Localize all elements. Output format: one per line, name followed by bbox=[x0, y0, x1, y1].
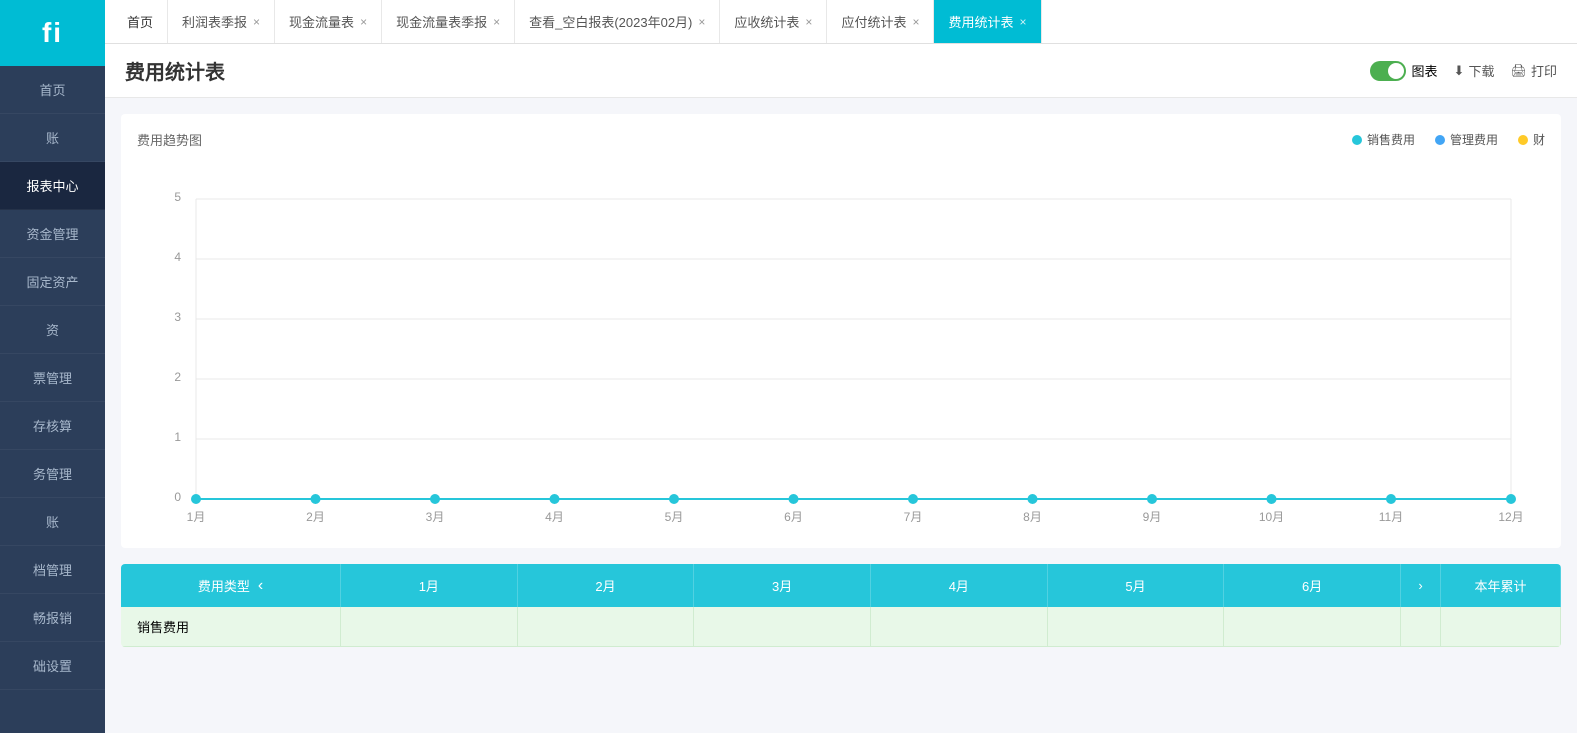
chart-card: 费用趋势图 销售费用 管理费用 财 bbox=[121, 114, 1561, 548]
table-row: 销售费用 bbox=[121, 607, 1561, 647]
trend-chart: 5 4 3 2 1 0 bbox=[137, 159, 1545, 529]
svg-text:3月: 3月 bbox=[426, 510, 445, 524]
svg-text:8月: 8月 bbox=[1023, 510, 1042, 524]
tab-cashflow-q[interactable]: 现金流量表季报 × bbox=[382, 0, 515, 43]
sidebar-logo: fi bbox=[0, 0, 105, 66]
tab-close-payable[interactable]: × bbox=[912, 15, 919, 29]
th-m2: 2月 bbox=[518, 564, 695, 607]
chart-header: 费用趋势图 销售费用 管理费用 财 bbox=[137, 130, 1545, 149]
legend-label-finance: 财 bbox=[1533, 131, 1545, 148]
chart-toggle-label: 图表 bbox=[1412, 61, 1438, 80]
svg-text:10月: 10月 bbox=[1259, 510, 1284, 524]
nav-left-arrow[interactable]: ‹ bbox=[258, 577, 263, 595]
page-header: 费用统计表 图表 ⬇ 下载 🖨 打印 bbox=[105, 44, 1577, 98]
tab-close-expense[interactable]: × bbox=[1019, 15, 1026, 29]
tab-close-receivable[interactable]: × bbox=[805, 15, 812, 29]
th-m1: 1月 bbox=[341, 564, 518, 607]
svg-text:11月: 11月 bbox=[1379, 510, 1403, 524]
th-type-label: 费用类型 bbox=[198, 576, 250, 595]
print-icon: 🖨 bbox=[1510, 63, 1527, 79]
sidebar-item-fund[interactable]: 资金管理 bbox=[0, 210, 105, 258]
chart-legend: 销售费用 管理费用 财 bbox=[1352, 131, 1545, 148]
data-table: 费用类型 ‹ 1月 2月 3月 4月 5月 6月 › 本年累计 销售费用 bbox=[121, 564, 1561, 647]
svg-text:3: 3 bbox=[174, 310, 181, 324]
content-area: 费用趋势图 销售费用 管理费用 财 bbox=[105, 98, 1577, 733]
sidebar-item-assets[interactable]: 固定资产 bbox=[0, 258, 105, 306]
th-m5: 5月 bbox=[1048, 564, 1225, 607]
sidebar: fi 首页 账 报表中心 资金管理 固定资产 资 票管理 存核算 务管理 账 档… bbox=[0, 0, 105, 733]
sidebar-item-report[interactable]: 报表中心 bbox=[0, 162, 105, 210]
sidebar-item-home[interactable]: 首页 bbox=[0, 66, 105, 114]
td-type: 销售费用 bbox=[121, 607, 341, 646]
td-m6 bbox=[1224, 607, 1401, 646]
legend-admin: 管理费用 bbox=[1435, 131, 1498, 148]
svg-text:1月: 1月 bbox=[187, 510, 206, 524]
chart-toggle[interactable] bbox=[1370, 61, 1406, 81]
td-nav bbox=[1401, 607, 1441, 646]
th-type: 费用类型 ‹ bbox=[121, 564, 341, 607]
tab-payable[interactable]: 应付统计表 × bbox=[827, 0, 934, 43]
legend-dot-finance bbox=[1518, 135, 1528, 145]
legend-finance: 财 bbox=[1518, 131, 1545, 148]
td-m5 bbox=[1048, 607, 1225, 646]
tab-close-cashflow-q[interactable]: × bbox=[493, 15, 500, 29]
th-m3: 3月 bbox=[694, 564, 871, 607]
tab-cashflow[interactable]: 现金流量表 × bbox=[275, 0, 382, 43]
td-total bbox=[1441, 607, 1561, 646]
sidebar-item-res[interactable]: 资 bbox=[0, 306, 105, 354]
svg-text:5: 5 bbox=[174, 190, 181, 204]
sidebar-item-ledger[interactable]: 账 bbox=[0, 498, 105, 546]
th-m4: 4月 bbox=[871, 564, 1048, 607]
th-nav-right[interactable]: › bbox=[1401, 564, 1441, 607]
tab-close-profit[interactable]: × bbox=[253, 15, 260, 29]
table-header: 费用类型 ‹ 1月 2月 3月 4月 5月 6月 › 本年累计 bbox=[121, 564, 1561, 607]
svg-text:2月: 2月 bbox=[306, 510, 325, 524]
legend-dot-sales bbox=[1352, 135, 1362, 145]
svg-text:4月: 4月 bbox=[545, 510, 564, 524]
legend-dot-admin bbox=[1435, 135, 1445, 145]
td-m3 bbox=[694, 607, 871, 646]
svg-text:0: 0 bbox=[174, 490, 181, 504]
print-button[interactable]: 🖨 打印 bbox=[1510, 61, 1557, 80]
sidebar-item-expense[interactable]: 畅报销 bbox=[0, 594, 105, 642]
legend-sales: 销售费用 bbox=[1352, 131, 1415, 148]
tab-profit[interactable]: 利润表季报 × bbox=[168, 0, 275, 43]
chart-toggle-wrap: 图表 bbox=[1370, 61, 1438, 81]
svg-text:5月: 5月 bbox=[665, 510, 684, 524]
svg-text:7月: 7月 bbox=[904, 510, 923, 524]
main-content: 首页 利润表季报 × 现金流量表 × 现金流量表季报 × 查看_空白报表(202… bbox=[105, 0, 1577, 733]
sidebar-item-account[interactable]: 账 bbox=[0, 114, 105, 162]
download-icon: ⬇ bbox=[1454, 63, 1465, 79]
svg-text:1: 1 bbox=[174, 430, 181, 444]
legend-label-admin: 管理费用 bbox=[1450, 131, 1498, 148]
sidebar-item-inventory[interactable]: 存核算 bbox=[0, 402, 105, 450]
svg-text:2: 2 bbox=[174, 370, 181, 384]
tab-blank[interactable]: 查看_空白报表(2023年02月) × bbox=[515, 0, 720, 43]
tab-close-cashflow[interactable]: × bbox=[360, 15, 367, 29]
tab-close-blank[interactable]: × bbox=[698, 15, 705, 29]
sidebar-item-ticket[interactable]: 票管理 bbox=[0, 354, 105, 402]
svg-text:6月: 6月 bbox=[784, 510, 803, 524]
svg-text:4: 4 bbox=[174, 250, 181, 264]
th-m6: 6月 bbox=[1224, 564, 1401, 607]
td-m4 bbox=[871, 607, 1048, 646]
tab-home[interactable]: 首页 bbox=[113, 0, 168, 43]
tab-receivable[interactable]: 应收统计表 × bbox=[720, 0, 827, 43]
td-m1 bbox=[341, 607, 518, 646]
th-total: 本年累计 bbox=[1441, 564, 1561, 607]
svg-text:9月: 9月 bbox=[1143, 510, 1162, 524]
page-title: 费用统计表 bbox=[125, 56, 225, 85]
download-button[interactable]: ⬇ 下载 bbox=[1454, 61, 1495, 80]
tab-bar: 首页 利润表季报 × 现金流量表 × 现金流量表季报 × 查看_空白报表(202… bbox=[105, 0, 1577, 44]
sidebar-item-business[interactable]: 务管理 bbox=[0, 450, 105, 498]
tab-expense-active[interactable]: 费用统计表 × bbox=[934, 0, 1041, 43]
svg-text:12月: 12月 bbox=[1498, 510, 1523, 524]
header-actions: 图表 ⬇ 下载 🖨 打印 bbox=[1370, 61, 1557, 81]
chart-title: 费用趋势图 bbox=[137, 130, 202, 149]
legend-label-sales: 销售费用 bbox=[1367, 131, 1415, 148]
sidebar-item-settings[interactable]: 础设置 bbox=[0, 642, 105, 690]
td-m2 bbox=[518, 607, 695, 646]
sidebar-item-archive[interactable]: 档管理 bbox=[0, 546, 105, 594]
nav-right-arrow[interactable]: › bbox=[1418, 578, 1422, 593]
